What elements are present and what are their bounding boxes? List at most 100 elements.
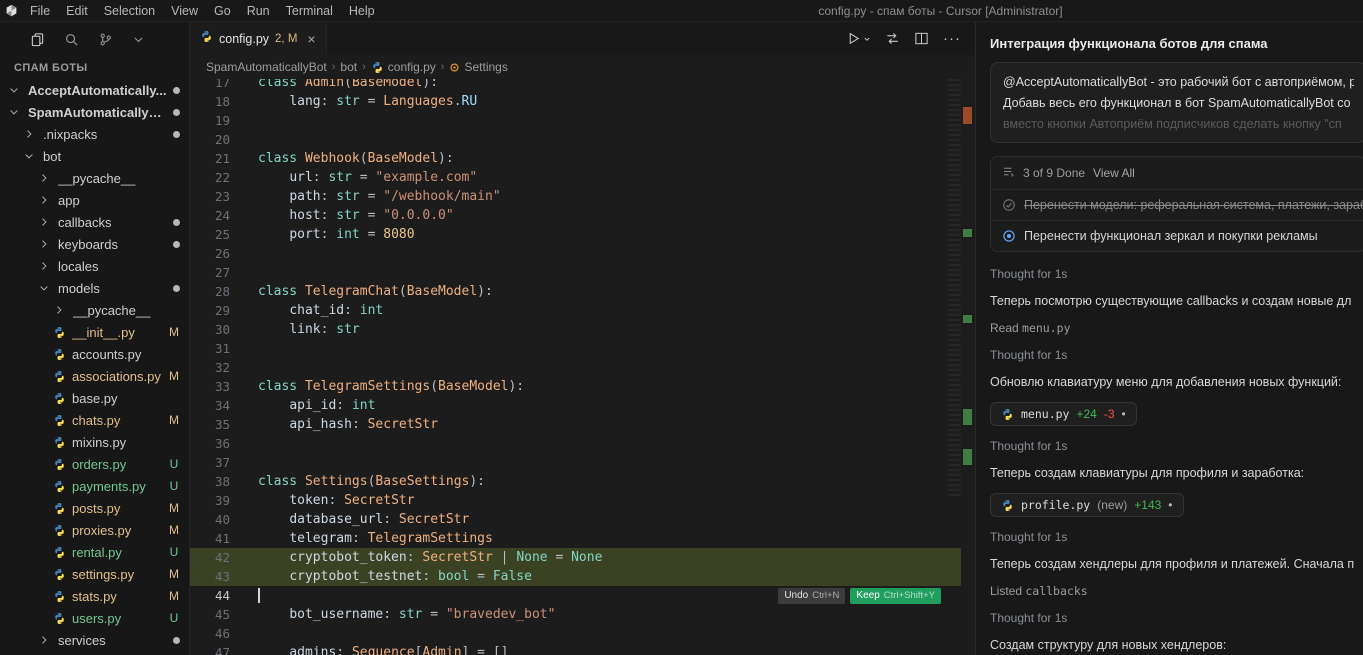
tree-folder-SpamAutomaticallyBot[interactable]: SpamAutomaticallyBot <box>0 101 189 123</box>
tree-file-chats.py[interactable]: chats.py M <box>0 409 189 431</box>
explorer-section-header[interactable]: СПАМ БОТЫ <box>0 56 189 79</box>
code-line-38[interactable]: 38 class Settings(BaseSettings): <box>190 472 975 491</box>
code-line-28[interactable]: 28 class TelegramChat(BaseModel): <box>190 282 975 301</box>
todo-header[interactable]: 3 of 9 Done View All <box>991 157 1363 189</box>
code-line-41[interactable]: 41 telegram: TelegramSettings <box>190 529 975 548</box>
breadcrumb-item-config.py[interactable]: config.py <box>371 60 436 74</box>
tree-file-__init__.py[interactable]: __init__.py M <box>0 321 189 343</box>
minimap[interactable] <box>948 79 961 655</box>
tree-file-proxies.py[interactable]: proxies.py M <box>0 519 189 541</box>
tree-folder-models[interactable]: models <box>0 277 189 299</box>
tree-folder-locales[interactable]: locales <box>0 255 189 277</box>
code-line-18[interactable]: 18 lang: str = Languages.RU <box>190 92 975 111</box>
menu-run[interactable]: Run <box>239 0 278 22</box>
menu-view[interactable]: View <box>163 0 206 22</box>
user-message[interactable]: @AcceptAutomaticallyBot - это рабочий бо… <box>990 62 1363 143</box>
tree-file-payments.py[interactable]: payments.py U <box>0 475 189 497</box>
tree-folder-keyboards[interactable]: keyboards <box>0 233 189 255</box>
menu-edit[interactable]: Edit <box>58 0 96 22</box>
edited-file-chip-profile.py[interactable]: profile.py (new) +143 • <box>990 493 1184 517</box>
todo-item-done[interactable]: Перенести модели: реферальная система, п… <box>991 189 1363 220</box>
thought-toggle[interactable]: Thought for 1s <box>990 348 1363 362</box>
undo-diff-button[interactable]: Undo Ctrl+N <box>778 587 846 604</box>
chevron-down-icon[interactable] <box>132 33 145 46</box>
code-line-21[interactable]: 21 class Webhook(BaseModel): <box>190 149 975 168</box>
code-line-29[interactable]: 29 chat_id: int <box>190 301 975 320</box>
tree-file-posts.py[interactable]: posts.py M <box>0 497 189 519</box>
explorer-icon[interactable] <box>30 32 45 47</box>
menu-terminal[interactable]: Terminal <box>278 0 341 22</box>
menu-help[interactable]: Help <box>341 0 383 22</box>
code-line-44[interactable]: 44 Undo Ctrl+N Keep Ctrl+Shift+Y <box>190 586 975 605</box>
thought-toggle[interactable]: Thought for 1s <box>990 267 1363 281</box>
code-line-33[interactable]: 33 class TelegramSettings(BaseModel): <box>190 377 975 396</box>
code-line-34[interactable]: 34 api_id: int <box>190 396 975 415</box>
code-line-32[interactable]: 32 <box>190 358 975 377</box>
code-line-30[interactable]: 30 link: str <box>190 320 975 339</box>
tree-file-users.py[interactable]: users.py U <box>0 607 189 629</box>
code-line-17[interactable]: 17 class Admin(BaseModel): <box>190 79 975 92</box>
code-line-20[interactable]: 20 <box>190 130 975 149</box>
tree-folder-__pycache__[interactable]: __pycache__ <box>0 299 189 321</box>
code-line-19[interactable]: 19 <box>190 111 975 130</box>
code-line-47[interactable]: 47 admins: Sequence[Admin] = [] <box>190 643 975 655</box>
tree-file-orders.py[interactable]: orders.py U <box>0 453 189 475</box>
code-line-27[interactable]: 27 <box>190 263 975 282</box>
code-line-22[interactable]: 22 url: str = "example.com" <box>190 168 975 187</box>
code-line-43[interactable]: 43 cryptobot_testnet: bool = False <box>190 567 975 586</box>
tree-folder-services[interactable]: services <box>0 629 189 651</box>
thought-toggle[interactable]: Thought for 1s <box>990 611 1363 625</box>
code-line-36[interactable]: 36 <box>190 434 975 453</box>
keep-diff-button[interactable]: Keep Ctrl+Shift+Y <box>850 587 941 604</box>
source-control-icon[interactable] <box>98 32 113 47</box>
tree-file-mixins.py[interactable]: mixins.py <box>0 431 189 453</box>
split-editor-icon[interactable] <box>914 31 929 46</box>
tree-folder-callbacks[interactable]: callbacks <box>0 211 189 233</box>
more-actions-button[interactable]: ··· <box>943 30 961 47</box>
breadcrumb-item-settings[interactable]: Settings <box>449 60 508 74</box>
tool-call-read[interactable]: Read menu.py <box>990 321 1363 335</box>
code-area[interactable]: 17 class Admin(BaseModel): 18 lang: str = … <box>190 79 975 655</box>
tool-call-listed[interactable]: Listed callbacks <box>990 584 1363 598</box>
breadcrumb-item-bot[interactable]: bot <box>340 60 357 74</box>
breadcrumb-item-spamautomaticallybot[interactable]: SpamAutomaticallyBot <box>206 60 327 74</box>
todo-view-all-link[interactable]: View All <box>1093 166 1135 180</box>
menu-selection[interactable]: Selection <box>96 0 163 22</box>
editor: config.py 2, M × ··· SpamAutomaticallyBo… <box>190 22 975 655</box>
menu-go[interactable]: Go <box>206 0 239 22</box>
tree-file-settings.py[interactable]: settings.py M <box>0 563 189 585</box>
tree-file-associations.py[interactable]: associations.py M <box>0 365 189 387</box>
code-line-46[interactable]: 46 <box>190 624 975 643</box>
edited-file-chip-menu.py[interactable]: menu.py +24 -3 • <box>990 402 1137 426</box>
code-line-40[interactable]: 40 database_url: SecretStr <box>190 510 975 529</box>
tab-close-icon[interactable]: × <box>307 31 315 47</box>
tree-folder-AcceptAutomatically...[interactable]: AcceptAutomatically... <box>0 79 189 101</box>
open-changes-icon[interactable] <box>885 31 900 46</box>
run-python-file-button[interactable] <box>846 31 871 46</box>
code-line-26[interactable]: 26 <box>190 244 975 263</box>
tree-folder-app[interactable]: app <box>0 189 189 211</box>
code-line-35[interactable]: 35 api_hash: SecretStr <box>190 415 975 434</box>
code-line-24[interactable]: 24 host: str = "0.0.0.0" <box>190 206 975 225</box>
tree-file-rental.py[interactable]: rental.py U <box>0 541 189 563</box>
tree-folder-bot[interactable]: bot <box>0 145 189 167</box>
thought-toggle[interactable]: Thought for 1s <box>990 439 1363 453</box>
tree-file-stats.py[interactable]: stats.py M <box>0 585 189 607</box>
code-line-31[interactable]: 31 <box>190 339 975 358</box>
tab-config-py[interactable]: config.py 2, M × <box>190 22 327 55</box>
code-line-37[interactable]: 37 <box>190 453 975 472</box>
code-line-25[interactable]: 25 port: int = 8080 <box>190 225 975 244</box>
tree-folder-.nixpacks[interactable]: .nixpacks <box>0 123 189 145</box>
todo-item-current[interactable]: Перенести функционал зеркал и покупки ре… <box>991 220 1363 251</box>
assistant-text: Создам структуру для новых хендлеров: <box>990 638 1227 652</box>
menu-file[interactable]: File <box>22 0 58 22</box>
code-line-39[interactable]: 39 token: SecretStr <box>190 491 975 510</box>
tree-folder-__pycache__[interactable]: __pycache__ <box>0 167 189 189</box>
tree-file-accounts.py[interactable]: accounts.py <box>0 343 189 365</box>
code-line-45[interactable]: 45 bot_username: str = "bravedev_bot" <box>190 605 975 624</box>
code-line-42[interactable]: 42 cryptobot_token: SecretStr | None = N… <box>190 548 975 567</box>
search-icon[interactable] <box>64 32 79 47</box>
code-line-23[interactable]: 23 path: str = "/webhook/main" <box>190 187 975 206</box>
thought-toggle[interactable]: Thought for 1s <box>990 530 1363 544</box>
tree-file-base.py[interactable]: base.py <box>0 387 189 409</box>
